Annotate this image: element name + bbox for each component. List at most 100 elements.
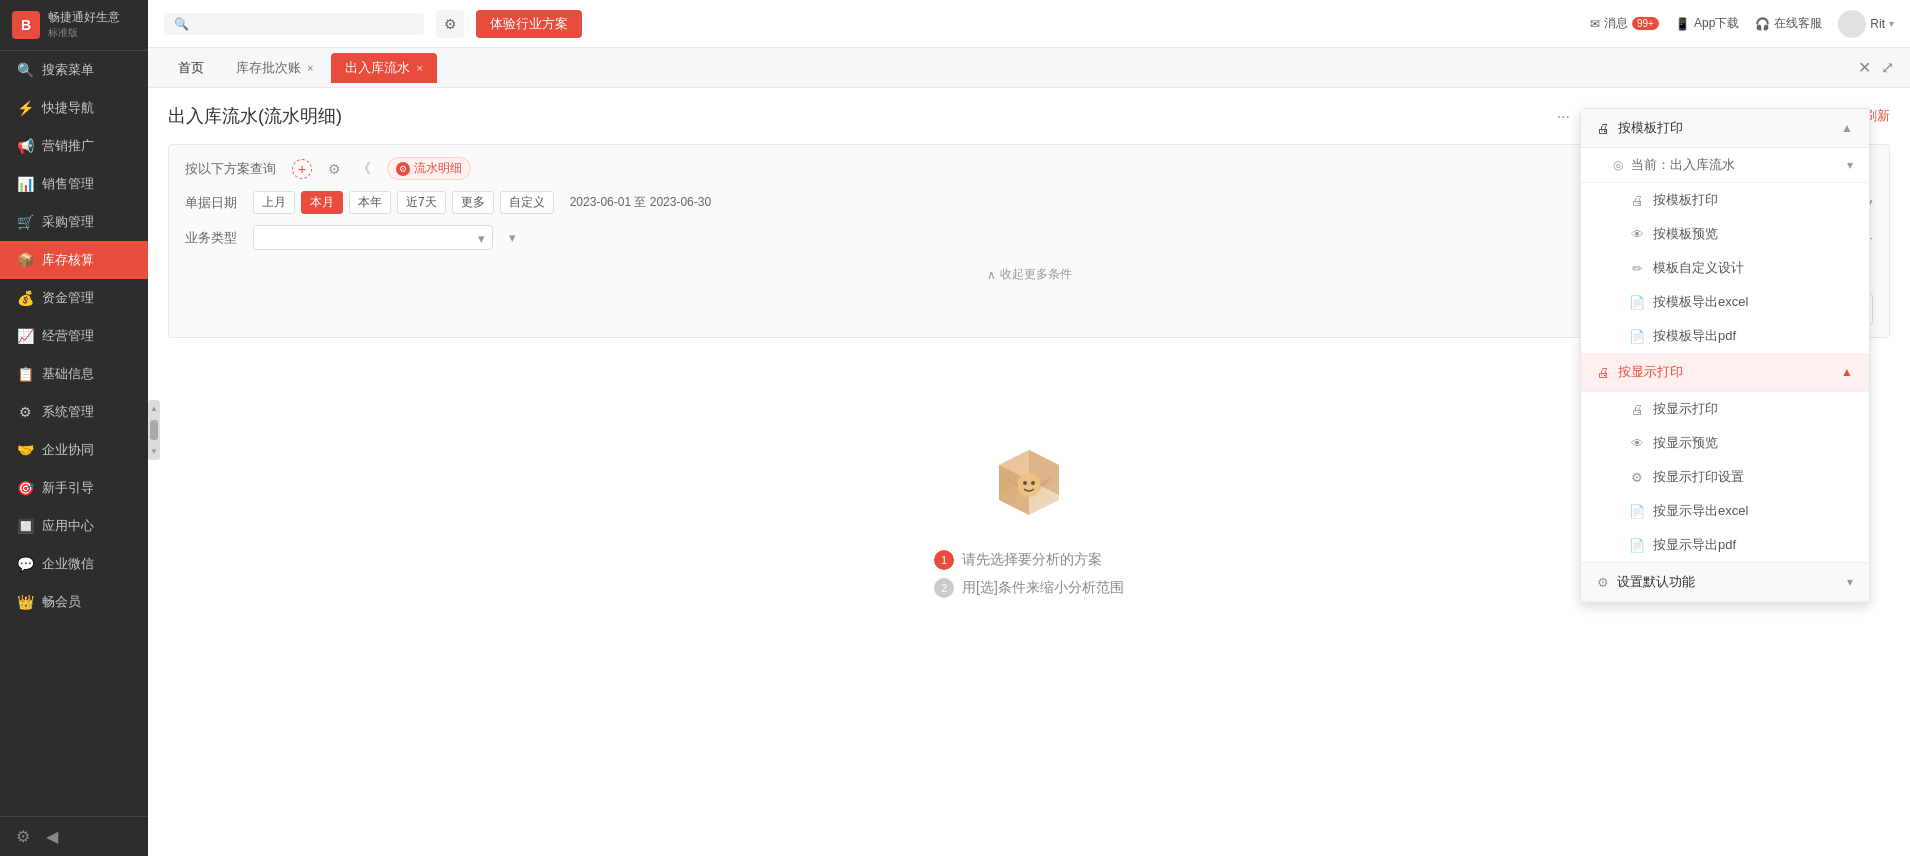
date-last-month[interactable]: 上月 — [253, 191, 295, 214]
search-icon: 🔍 — [16, 61, 34, 79]
step-2-text: 用[选]条件来缩小分析范围 — [962, 579, 1124, 597]
sidebar-item-marketing[interactable]: 📢 营销推广 — [0, 127, 148, 165]
sidebar-item-quick-nav[interactable]: ⚡ 快捷导航 — [0, 89, 148, 127]
tab-inventory-batch[interactable]: 库存批次账 × — [222, 53, 327, 83]
settings-icon: ⚙ — [1597, 575, 1609, 590]
collapse-more-button[interactable]: ∧ 收起更多条件 — [981, 260, 1078, 289]
online-service-button[interactable]: 🎧 在线客服 — [1755, 15, 1822, 32]
svg-point-6 — [1031, 481, 1035, 485]
sidebar-item-system[interactable]: ⚙ 系统管理 — [0, 393, 148, 431]
sidebar-item-search[interactable]: 🔍 搜索菜单 — [0, 51, 148, 89]
template-select-icon: ◎ — [1613, 158, 1623, 172]
sidebar-item-label: 畅会员 — [42, 593, 81, 611]
sidebar-item-finance[interactable]: 💰 资金管理 — [0, 279, 148, 317]
current-template-item[interactable]: ◎ 当前：出入库流水 ▾ — [1581, 148, 1869, 183]
template-preview-item-label: 按模板预览 — [1653, 225, 1718, 243]
svg-point-5 — [1023, 481, 1027, 485]
dropdown-template-export-excel[interactable]: 📄 按模板导出excel — [1581, 285, 1869, 319]
dropdown-display-export-pdf[interactable]: 📄 按显示导出pdf — [1581, 528, 1869, 562]
date-label: 单据日期 — [185, 194, 237, 212]
date-more[interactable]: 更多 — [452, 191, 494, 214]
sidebar-item-inventory[interactable]: 📦 库存核算 — [0, 241, 148, 279]
sidebar-settings-icon[interactable]: ⚙ — [16, 827, 30, 846]
collapse-more-label: 收起更多条件 — [1000, 266, 1072, 283]
app-download-button[interactable]: 📱 App下载 — [1675, 15, 1739, 32]
logo-icon: B — [12, 11, 40, 39]
display-print-section-header[interactable]: 🖨 按显示打印 ▲ — [1581, 353, 1869, 392]
display-excel-item-label: 按显示导出excel — [1653, 502, 1748, 520]
dropdown-display-print-settings[interactable]: ⚙ 按显示打印设置 — [1581, 460, 1869, 494]
wecom-icon: 💬 — [16, 555, 34, 573]
dropdown-display-print[interactable]: 🖨 按显示打印 — [1581, 392, 1869, 426]
sidebar-item-sales[interactable]: 📊 销售管理 — [0, 165, 148, 203]
sidebar-item-coop[interactable]: 🤝 企业协同 — [0, 431, 148, 469]
dropdown-template-export-pdf[interactable]: 📄 按模板导出pdf — [1581, 319, 1869, 353]
date-this-month[interactable]: 本月 — [301, 191, 343, 214]
template-print-section-header[interactable]: 🖨 按模板打印 ▲ — [1581, 109, 1869, 148]
filter-add-button[interactable]: + — [292, 159, 312, 179]
sidebar-item-wecom[interactable]: 💬 企业微信 — [0, 545, 148, 583]
sidebar-scrollbar[interactable]: ▲ ▼ — [148, 400, 160, 460]
filter-collapse-button[interactable]: 《 — [357, 160, 371, 178]
template-print-title: 🖨 按模板打印 — [1597, 119, 1683, 137]
step-2-num: 2 — [934, 578, 954, 598]
guide-icon: 🎯 — [16, 479, 34, 497]
sidebar-bottom: ⚙ ◀ — [0, 816, 148, 856]
date-last-7-days[interactable]: 近7天 — [397, 191, 446, 214]
date-range-display: 2023-06-01 至 2023-06-30 — [570, 194, 711, 211]
default-settings-label: 设置默认功能 — [1617, 573, 1695, 591]
sidebar-item-basic[interactable]: 📋 基础信息 — [0, 355, 148, 393]
dropdown-display-export-excel[interactable]: 📄 按显示导出excel — [1581, 494, 1869, 528]
tab-inventory-flow-label: 出入库流水 — [345, 59, 410, 77]
message-button[interactable]: ✉ 消息 99+ — [1590, 15, 1659, 32]
online-service-label: 在线客服 — [1774, 15, 1822, 32]
sidebar-item-operation[interactable]: 📈 经营管理 — [0, 317, 148, 355]
top-header: 🔍 ⚙ 体验行业方案 ✉ 消息 99+ 📱 App下载 🎧 在 — [148, 0, 1910, 48]
tab-inventory-flow[interactable]: 出入库流水 × — [331, 53, 436, 83]
filter-dates: 上月 本月 本年 近7天 更多 自定义 — [253, 191, 554, 214]
date-custom[interactable]: 自定义 — [500, 191, 554, 214]
dropdown-template-preview[interactable]: 👁 按模板预览 — [1581, 217, 1869, 251]
sidebar-item-app-center[interactable]: 🔲 应用中心 — [0, 507, 148, 545]
sidebar-collapse-icon[interactable]: ◀ — [46, 827, 58, 846]
app-center-icon: 🔲 — [16, 517, 34, 535]
dropdown-template-print[interactable]: 🖨 按模板打印 — [1581, 183, 1869, 217]
template-custom-item-label: 模板自定义设计 — [1653, 259, 1744, 277]
filter-settings-button[interactable]: ⚙ — [328, 161, 341, 177]
gear-button[interactable]: ⚙ — [436, 10, 464, 38]
display-print-item-icon: 🖨 — [1629, 401, 1645, 417]
current-template-content: ◎ 当前：出入库流水 — [1613, 156, 1735, 174]
tab-close-icon[interactable]: × — [307, 62, 313, 74]
window-restore-icon[interactable]: ✕ — [1858, 58, 1871, 77]
default-settings-title: ⚙ 设置默认功能 — [1597, 573, 1695, 591]
date-this-year[interactable]: 本年 — [349, 191, 391, 214]
sidebar-item-guide[interactable]: 🎯 新手引导 — [0, 469, 148, 507]
user-area[interactable]: Rit ▾ — [1838, 10, 1894, 38]
empty-step-2: 2 用[选]条件来缩小分析范围 — [934, 578, 1124, 598]
tab-inventory-batch-label: 库存批次账 — [236, 59, 301, 77]
display-settings-item-icon: ⚙ — [1629, 469, 1645, 485]
sidebar-item-label: 新手引导 — [42, 479, 94, 497]
business-type-select[interactable] — [253, 225, 493, 250]
sidebar-item-member[interactable]: 👑 畅会员 — [0, 583, 148, 621]
filter-tag-label: 流水明细 — [414, 160, 462, 177]
empty-state-icon — [979, 430, 1079, 530]
message-icon: ✉ — [1590, 17, 1600, 31]
dropdown-template-custom[interactable]: ✏ 模板自定义设计 — [1581, 251, 1869, 285]
headset-icon: 🎧 — [1755, 17, 1770, 31]
business-type-label: 业务类型 — [185, 229, 237, 247]
industry-solution-button[interactable]: 体验行业方案 — [476, 10, 582, 38]
default-settings-section[interactable]: ⚙ 设置默认功能 ▾ — [1581, 562, 1869, 602]
username: Rit — [1870, 17, 1885, 31]
tab-home[interactable]: 首页 — [164, 53, 218, 83]
operation-icon: 📈 — [16, 327, 34, 345]
tab-close-active-icon[interactable]: × — [416, 62, 422, 74]
page-title: 出入库流水(流水明细) — [168, 104, 342, 128]
sidebar-item-purchase[interactable]: 🛒 采购管理 — [0, 203, 148, 241]
preview-item-icon: 👁 — [1629, 226, 1645, 242]
basic-icon: 📋 — [16, 365, 34, 383]
dropdown-display-preview[interactable]: 👁 按显示预览 — [1581, 426, 1869, 460]
window-maximize-icon[interactable]: ⤢ — [1881, 58, 1894, 77]
more-options-icon[interactable]: ··· — [1557, 108, 1570, 125]
business-type-select-wrap — [253, 225, 493, 250]
